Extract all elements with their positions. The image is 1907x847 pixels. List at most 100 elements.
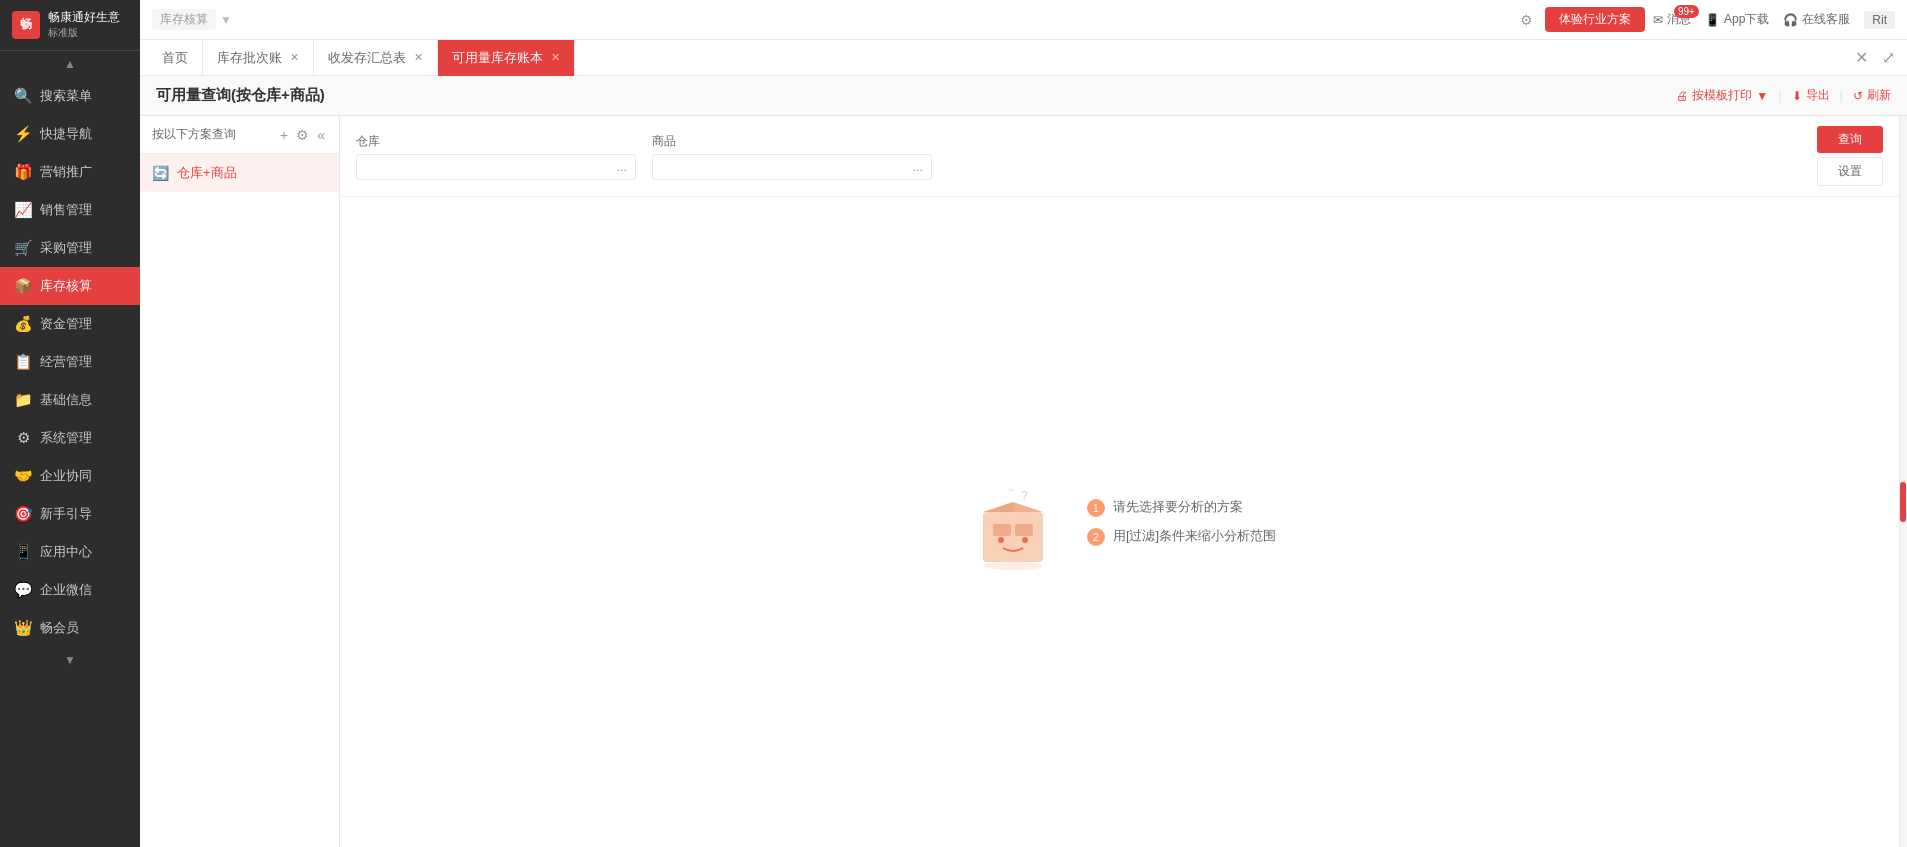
scheme-item-warehouse-goods[interactable]: 🔄 仓库+商品 [140,154,339,192]
tab-available[interactable]: 可用量库存账本 ✕ [438,40,575,76]
tab-summary-label: 收发存汇总表 [328,49,406,67]
shortcut-icon: ⚡ [14,125,32,143]
tab-summary-close-icon[interactable]: ✕ [414,51,423,64]
breadcrumb-arrow-icon: ▼ [220,13,232,27]
system-icon: ⚙ [14,429,32,447]
sidebar-item-guide[interactable]: 🎯 新手引导 [0,495,140,533]
message-badge: 99+ [1674,5,1699,18]
brand-text: 畅康通好生意 标准版 [48,10,120,40]
sidebar-item-member[interactable]: 👑 畅会员 [0,609,140,647]
query-button[interactable]: 查询 [1817,126,1883,153]
print-template-button[interactable]: 🖨 按模板打印 ▼ [1676,87,1768,104]
tab-available-close-icon[interactable]: ✕ [551,51,560,64]
sidebar-item-label: 企业微信 [40,581,92,599]
trial-industry-button[interactable]: 体验行业方案 [1545,7,1645,32]
member-icon: 👑 [14,619,32,637]
goods-label: 商品 [652,133,932,150]
sidebar-item-basic[interactable]: 📁 基础信息 [0,381,140,419]
settings-button[interactable]: 设置 [1817,157,1883,186]
goods-more-icon[interactable]: ... [904,155,931,178]
export-icon: ⬇ [1792,89,1802,103]
topbar-gear-icon[interactable]: ⚙ [1516,10,1537,30]
message-icon: ✉ [1653,13,1663,27]
app-download-button[interactable]: 📱 App下载 [1705,11,1769,28]
sidebar-item-operation[interactable]: 📋 经营管理 [0,343,140,381]
svg-point-5 [983,562,1043,570]
tab-home[interactable]: 首页 [148,40,203,76]
operation-icon: 📋 [14,353,32,371]
sales-icon: 📈 [14,201,32,219]
wechat-icon: 💬 [14,581,32,599]
enterprise-icon: 🤝 [14,467,32,485]
empty-box-svg: ? ~ [963,472,1063,572]
sidebar-item-label: 快捷导航 [40,125,92,143]
user-info[interactable]: Rit [1864,11,1895,29]
sidebar-item-shortcut[interactable]: ⚡ 快捷导航 [0,115,140,153]
sidebar-item-marketing[interactable]: 🎁 营销推广 [0,153,140,191]
sidebar-item-label: 畅会员 [40,619,79,637]
tip-num-2: 2 [1087,528,1105,546]
svg-point-4 [1022,537,1028,543]
sidebar-item-appstore[interactable]: 📱 应用中心 [0,533,140,571]
brand-area: 畅 畅康通好生意 标准版 [0,0,140,51]
left-panel: 按以下方案查询 + ⚙ « 🔄 仓库+商品 [140,116,340,847]
tip-text-1: 请先选择要分析的方案 [1113,498,1243,516]
refresh-button[interactable]: ↺ 刷新 [1853,87,1891,104]
right-scrollbar[interactable] [1899,116,1907,847]
sidebar-nav: ▲ 🔍 搜索菜单 ⚡ 快捷导航 🎁 营销推广 📈 销售管理 🛒 采购管理 📦 库… [0,51,140,847]
message-button[interactable]: ✉ 消息 99+ [1653,11,1691,28]
service-label: 在线客服 [1802,11,1850,28]
main-area: 库存核算 ▼ ⚙ 体验行业方案 ✉ 消息 99+ 📱 App下载 🎧 在线客服 … [140,0,1907,847]
scheme-label: 仓库+商品 [177,164,237,182]
sidebar-item-search[interactable]: 🔍 搜索菜单 [0,77,140,115]
sidebar-item-label: 应用中心 [40,543,92,561]
svg-rect-1 [993,524,1011,536]
scroll-down-icon[interactable]: ▼ [58,651,82,669]
scroll-up-icon[interactable]: ▲ [58,55,82,73]
breadcrumb-area: 库存核算 ▼ [152,9,1508,30]
tabs-expand-icon[interactable]: ⤢ [1878,48,1899,67]
appstore-icon: 📱 [14,543,32,561]
tab-home-label: 首页 [162,49,188,67]
goods-input[interactable] [653,155,904,179]
query-actions: 查询 设置 [1817,126,1883,186]
svg-point-3 [998,537,1004,543]
export-button[interactable]: ⬇ 导出 [1792,87,1830,104]
sidebar-item-system[interactable]: ⚙ 系统管理 [0,419,140,457]
topbar-right: ✉ 消息 99+ 📱 App下载 🎧 在线客服 Rit [1653,11,1895,29]
tab-batch[interactable]: 库存批次账 ✕ [203,40,314,76]
print-dropdown-icon: ▼ [1756,89,1768,103]
scrollbar-thumb [1900,482,1906,522]
sidebar-item-label: 基础信息 [40,391,92,409]
sidebar-item-purchase[interactable]: 🛒 采购管理 [0,229,140,267]
sidebar-item-finance[interactable]: 💰 资金管理 [0,305,140,343]
sidebar-item-sales[interactable]: 📈 销售管理 [0,191,140,229]
empty-illustration: ? ~ [963,472,1063,572]
left-panel-header: 按以下方案查询 + ⚙ « [140,116,339,154]
tip-text-2: 用[过滤]条件来缩小分析范围 [1113,527,1276,545]
goods-input-wrap: ... [652,154,932,180]
action-separator-1: | [1778,88,1781,103]
sidebar-item-enterprise[interactable]: 🤝 企业协同 [0,457,140,495]
scheme-collapse-button[interactable]: « [315,127,327,143]
scheme-icon: 🔄 [152,165,169,181]
sidebar-item-label: 销售管理 [40,201,92,219]
sidebar-item-wechat[interactable]: 💬 企业微信 [0,571,140,609]
warehouse-input[interactable] [357,155,608,179]
online-service-button[interactable]: 🎧 在线客服 [1783,11,1850,28]
tab-batch-close-icon[interactable]: ✕ [290,51,299,64]
warehouse-input-wrap: ... [356,154,636,180]
tab-summary[interactable]: 收发存汇总表 ✕ [314,40,438,76]
warehouse-label: 仓库 [356,133,636,150]
scheme-settings-button[interactable]: ⚙ [294,127,311,143]
print-icon: 🖨 [1676,89,1688,103]
sidebar-item-label: 资金管理 [40,315,92,333]
warehouse-more-icon[interactable]: ... [608,155,635,178]
sidebar-item-label: 搜索菜单 [40,87,92,105]
sidebar-item-label: 企业协同 [40,467,92,485]
scheme-add-button[interactable]: + [278,127,290,143]
sidebar-item-label: 新手引导 [40,505,92,523]
sidebar-item-inventory[interactable]: 📦 库存核算 [0,267,140,305]
goods-field: 商品 ... [652,133,932,180]
tabs-close-all-icon[interactable]: ✕ [1851,48,1872,67]
